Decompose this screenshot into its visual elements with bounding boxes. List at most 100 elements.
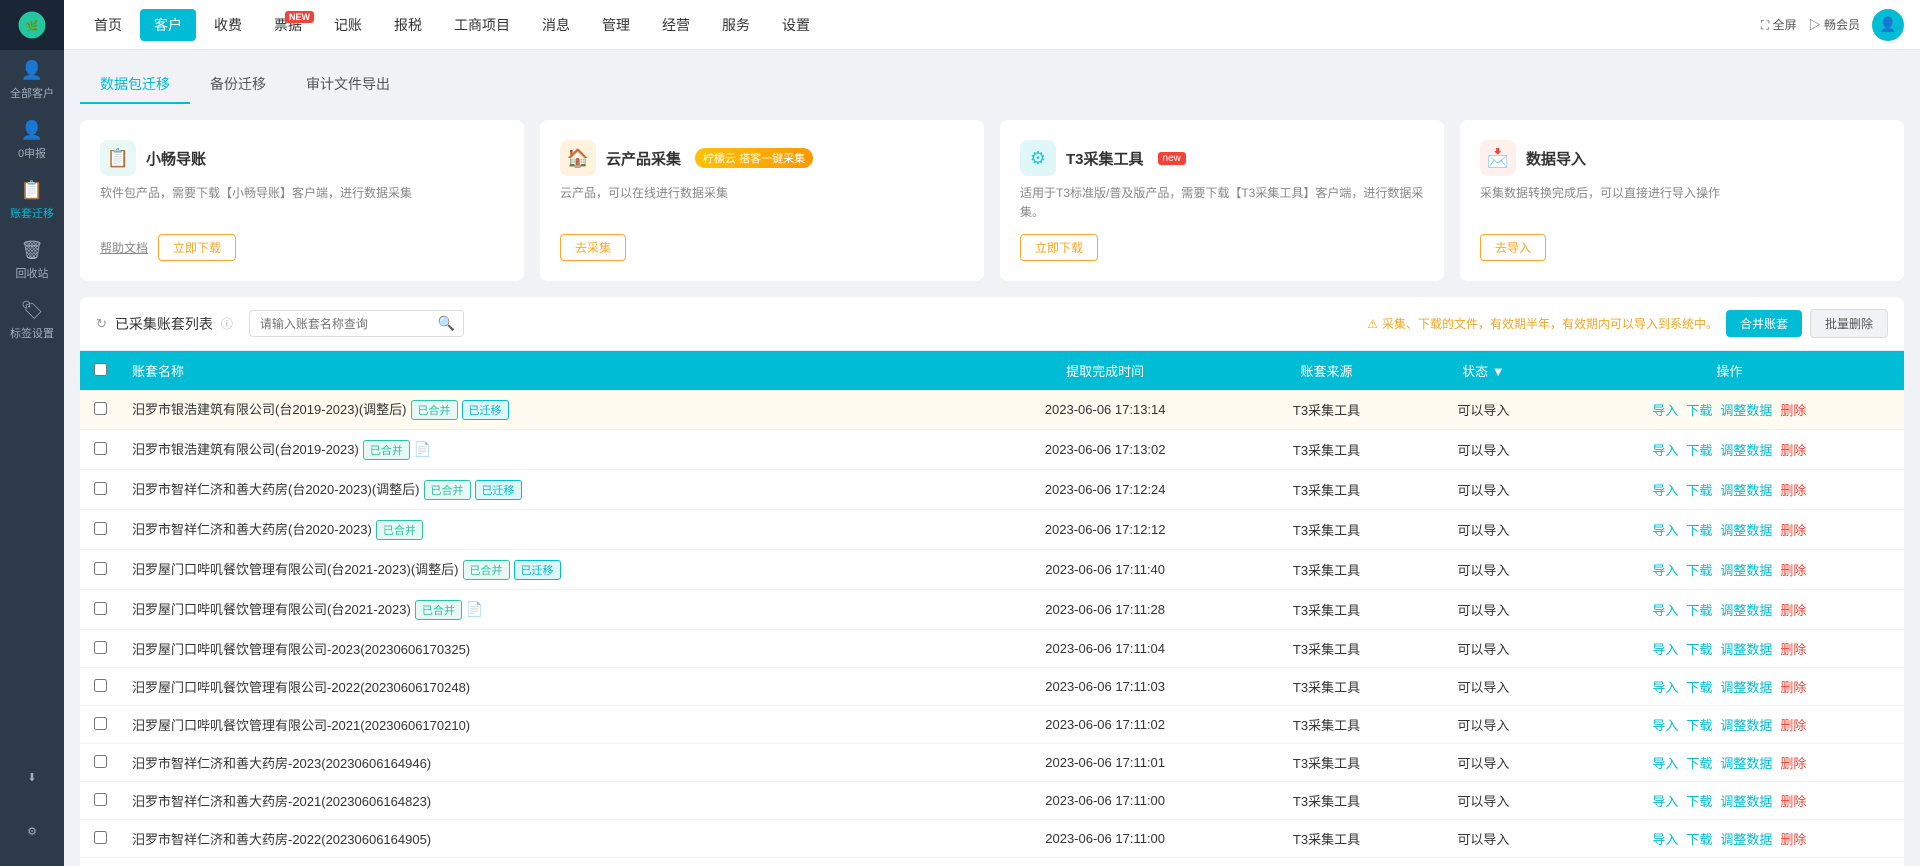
row-checkbox[interactable] xyxy=(94,402,107,415)
sidebar-item-zero-report[interactable]: 👤 0申报 xyxy=(0,110,64,170)
row-import-btn[interactable]: 导入 xyxy=(1648,600,1682,619)
row-import-btn[interactable]: 导入 xyxy=(1648,715,1682,734)
row-download-btn[interactable]: 下载 xyxy=(1682,753,1716,772)
row-download-btn[interactable]: 下载 xyxy=(1682,400,1716,419)
row-import-btn[interactable]: 导入 xyxy=(1648,440,1682,459)
topnav-message[interactable]: 消息 xyxy=(528,9,584,41)
row-adjust_data-btn[interactable]: 调整数据 xyxy=(1716,791,1776,810)
t3-download-btn[interactable]: 立即下载 xyxy=(1020,234,1098,261)
fullscreen-btn[interactable]: ⛶ 全屏 xyxy=(1761,16,1797,33)
row-delete-btn[interactable]: 删除 xyxy=(1776,480,1810,499)
row-checkbox[interactable] xyxy=(94,482,107,495)
topnav-client[interactable]: 客户 xyxy=(140,9,196,41)
topnav-billing[interactable]: 收费 xyxy=(200,9,256,41)
select-all-checkbox[interactable] xyxy=(94,363,107,376)
cloud-collect-btn[interactable]: 去采集 xyxy=(560,234,626,261)
search-input[interactable] xyxy=(250,313,430,335)
tab-audit-export[interactable]: 审计文件导出 xyxy=(286,66,410,104)
row-adjust_data-btn[interactable]: 调整数据 xyxy=(1716,677,1776,696)
row-delete-btn[interactable]: 删除 xyxy=(1776,440,1810,459)
topnav-home[interactable]: 首页 xyxy=(80,9,136,41)
topnav-settings[interactable]: 设置 xyxy=(768,9,824,41)
topnav-tax[interactable]: 报税 xyxy=(380,9,436,41)
row-delete-btn[interactable]: 删除 xyxy=(1776,639,1810,658)
topnav-accounting[interactable]: 记账 xyxy=(320,9,376,41)
tab-backup-migrate[interactable]: 备份迁移 xyxy=(190,66,286,104)
row-download-btn[interactable]: 下载 xyxy=(1682,520,1716,539)
sidebar-item-tag-settings-label: 标签设置 xyxy=(10,325,54,341)
row-download-btn[interactable]: 下载 xyxy=(1682,600,1716,619)
row-delete-btn[interactable]: 删除 xyxy=(1776,791,1810,810)
sidebar-item-all-clients[interactable]: 👤 全部客户 xyxy=(0,50,64,110)
row-checkbox[interactable] xyxy=(94,641,107,654)
row-delete-btn[interactable]: 删除 xyxy=(1776,520,1810,539)
row-import-btn[interactable]: 导入 xyxy=(1648,400,1682,419)
row-adjust_data-btn[interactable]: 调整数据 xyxy=(1716,829,1776,848)
row-checkbox[interactable] xyxy=(94,442,107,455)
xiaochang-download-btn[interactable]: 立即下载 xyxy=(158,234,236,261)
row-download-btn[interactable]: 下载 xyxy=(1682,639,1716,658)
row-download-btn[interactable]: 下载 xyxy=(1682,560,1716,579)
row-delete-btn[interactable]: 删除 xyxy=(1776,715,1810,734)
list-help-icon[interactable]: ⓘ xyxy=(221,315,233,332)
row-download-btn[interactable]: 下载 xyxy=(1682,791,1716,810)
row-import-btn[interactable]: 导入 xyxy=(1648,753,1682,772)
row-delete-btn[interactable]: 删除 xyxy=(1776,560,1810,579)
xiaochang-help-link[interactable]: 帮助文档 xyxy=(100,239,148,256)
row-delete-btn[interactable]: 删除 xyxy=(1776,600,1810,619)
row-checkbox-cell xyxy=(80,782,120,820)
row-checkbox[interactable] xyxy=(94,562,107,575)
row-checkbox[interactable] xyxy=(94,717,107,730)
row-checkbox[interactable] xyxy=(94,831,107,844)
row-delete-btn[interactable]: 删除 xyxy=(1776,753,1810,772)
row-checkbox[interactable] xyxy=(94,755,107,768)
row-checkbox[interactable] xyxy=(94,793,107,806)
row-adjust_data-btn[interactable]: 调整数据 xyxy=(1716,639,1776,658)
row-status: 可以导入 xyxy=(1412,630,1555,668)
row-import-btn[interactable]: 导入 xyxy=(1648,677,1682,696)
row-delete-btn[interactable]: 删除 xyxy=(1776,829,1810,848)
search-button[interactable]: 🔍 xyxy=(430,311,463,336)
batch-delete-btn[interactable]: 批量删除 xyxy=(1810,309,1888,338)
merge-btn[interactable]: 合并账套 xyxy=(1726,310,1802,337)
row-adjust_data-btn[interactable]: 调整数据 xyxy=(1716,400,1776,419)
row-import-btn[interactable]: 导入 xyxy=(1648,480,1682,499)
row-download-btn[interactable]: 下载 xyxy=(1682,677,1716,696)
row-checkbox[interactable] xyxy=(94,602,107,615)
sidebar-item-download[interactable]: ⬇ xyxy=(0,752,64,802)
row-adjust_data-btn[interactable]: 调整数据 xyxy=(1716,560,1776,579)
row-download-btn[interactable]: 下载 xyxy=(1682,715,1716,734)
row-adjust_data-btn[interactable]: 调整数据 xyxy=(1716,753,1776,772)
refresh-icon[interactable]: ↻ xyxy=(96,316,107,332)
avatar[interactable]: 👤 xyxy=(1872,9,1904,41)
row-adjust_data-btn[interactable]: 调整数据 xyxy=(1716,520,1776,539)
row-adjust_data-btn[interactable]: 调整数据 xyxy=(1716,440,1776,459)
topnav-business[interactable]: 工商项目 xyxy=(440,9,524,41)
topnav-invoice[interactable]: 票据NEW xyxy=(260,9,316,41)
row-import-btn[interactable]: 导入 xyxy=(1648,791,1682,810)
topnav-service[interactable]: 服务 xyxy=(708,9,764,41)
topnav-operations[interactable]: 经营 xyxy=(648,9,704,41)
row-download-btn[interactable]: 下载 xyxy=(1682,440,1716,459)
row-import-btn[interactable]: 导入 xyxy=(1648,520,1682,539)
row-adjust_data-btn[interactable]: 调整数据 xyxy=(1716,480,1776,499)
row-delete-btn[interactable]: 删除 xyxy=(1776,400,1810,419)
sidebar-item-user-settings[interactable]: ⚙ xyxy=(0,806,64,856)
import-go-btn[interactable]: 去导入 xyxy=(1480,234,1546,261)
sidebar-item-account-migrate[interactable]: 📋 账套迁移 xyxy=(0,170,64,230)
row-download-btn[interactable]: 下载 xyxy=(1682,829,1716,848)
topnav-management[interactable]: 管理 xyxy=(588,9,644,41)
row-import-btn[interactable]: 导入 xyxy=(1648,829,1682,848)
row-checkbox[interactable] xyxy=(94,679,107,692)
member-btn[interactable]: ▷ 畅会员 xyxy=(1809,16,1860,33)
tab-data-migrate[interactable]: 数据包迁移 xyxy=(80,66,190,104)
row-adjust_data-btn[interactable]: 调整数据 xyxy=(1716,600,1776,619)
row-delete-btn[interactable]: 删除 xyxy=(1776,677,1810,696)
row-adjust_data-btn[interactable]: 调整数据 xyxy=(1716,715,1776,734)
sidebar-item-tag-settings[interactable]: 🏷 标签设置 xyxy=(0,290,64,350)
sidebar-item-recycle[interactable]: 🗑 回收站 xyxy=(0,230,64,290)
row-checkbox[interactable] xyxy=(94,522,107,535)
row-import-btn[interactable]: 导入 xyxy=(1648,560,1682,579)
row-download-btn[interactable]: 下载 xyxy=(1682,480,1716,499)
row-import-btn[interactable]: 导入 xyxy=(1648,639,1682,658)
